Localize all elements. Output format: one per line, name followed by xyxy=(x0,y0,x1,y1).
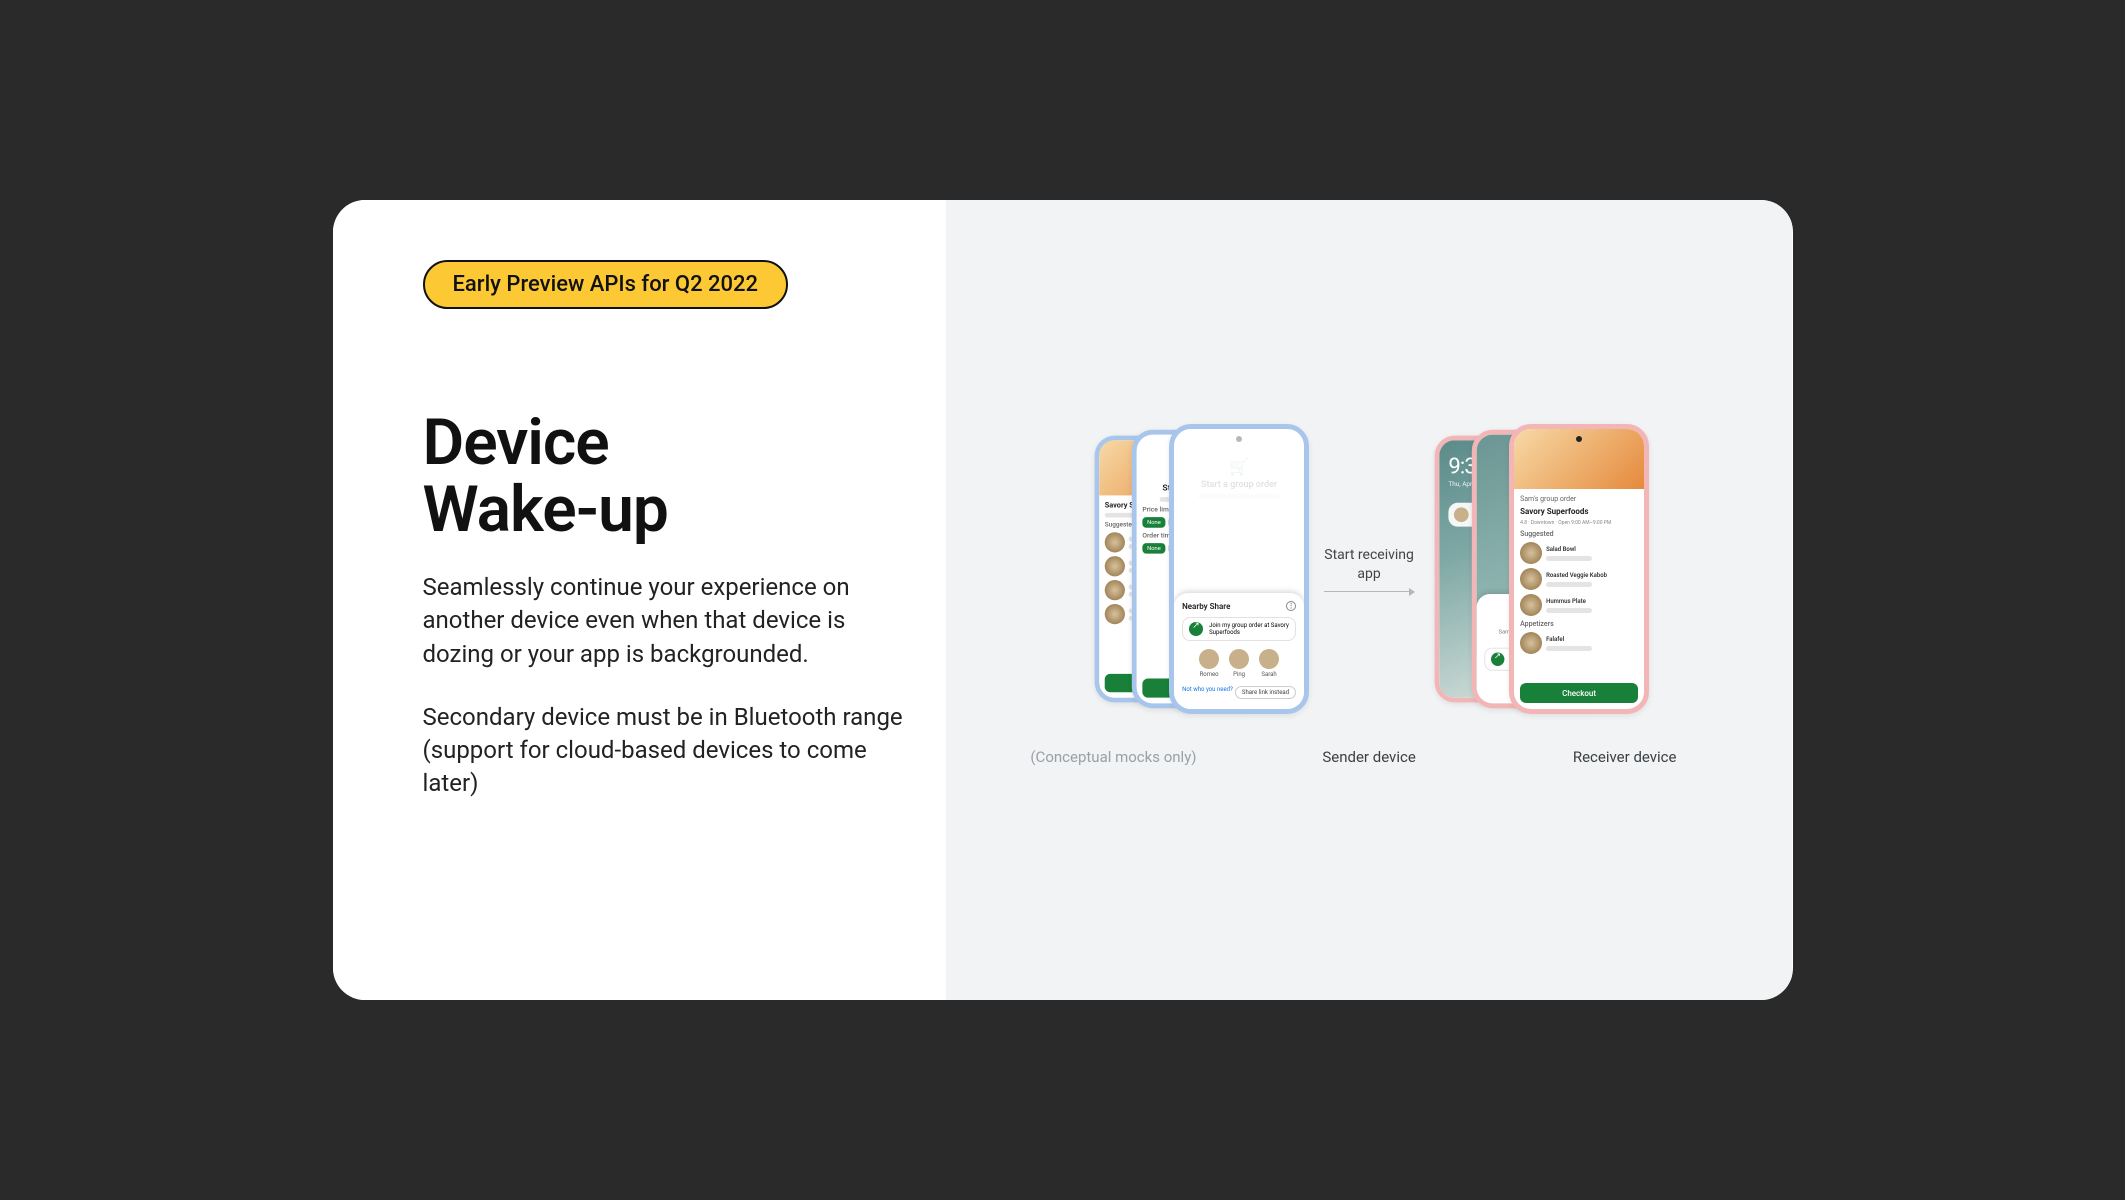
menu-item: Roasted Veggie Kabob xyxy=(1546,572,1638,579)
caption-conceptual: (Conceptual mocks only) xyxy=(1023,748,1203,766)
share-link-button: Share link instead xyxy=(1235,686,1296,699)
group-order-heading-dimmed: Start a group order xyxy=(1180,480,1298,490)
avatar-icon xyxy=(1199,649,1219,669)
receiver-phone-3: Sam's group order Savory Superfoods 4.8 … xyxy=(1509,424,1649,714)
section-label: Suggested xyxy=(1520,530,1638,538)
food-thumb-icon xyxy=(1105,556,1125,576)
caption-receiver: Receiver device xyxy=(1535,748,1715,766)
description-paragraph-1: Seamlessly continue your experience on a… xyxy=(423,571,906,670)
sender-phone-3: 🛒 Start a group order Nearby Share ⋮ xyxy=(1169,424,1309,714)
share-icon xyxy=(1491,653,1504,666)
nearby-contact: Romeo xyxy=(1199,649,1219,678)
food-thumb-icon xyxy=(1105,604,1125,624)
nearby-share-sheet: Nearby Share ⋮ Join my group order at Sa… xyxy=(1174,593,1304,709)
sender-cluster: Savory Superfoods Suggested xyxy=(1089,414,1309,724)
camera-notch-icon xyxy=(1576,436,1582,442)
food-thumb-icon xyxy=(1520,632,1542,654)
checkout-button: Checkout xyxy=(1520,683,1638,703)
share-payload: Join my group order at Savory Superfoods xyxy=(1182,617,1296,641)
illustration-panel: Savory Superfoods Suggested xyxy=(946,200,1793,1000)
text-panel: Early Preview APIs for Q2 2022 Device Wa… xyxy=(333,200,946,1000)
sheet-title: Nearby Share xyxy=(1182,602,1230,611)
avatar-icon xyxy=(1454,507,1469,522)
section-label-2: Appetizers xyxy=(1520,620,1638,628)
food-thumb-icon xyxy=(1520,594,1542,616)
time-option: None xyxy=(1142,543,1165,554)
group-order-header: Sam's group order xyxy=(1520,495,1638,503)
share-icon xyxy=(1189,622,1203,636)
restaurant-title: Savory Superfoods xyxy=(1520,507,1638,516)
avatar-icon xyxy=(1229,649,1249,669)
device-diagram: Savory Superfoods Suggested xyxy=(986,414,1753,724)
food-thumb-icon xyxy=(1520,542,1542,564)
slide-title: Device Wake-up xyxy=(423,409,906,543)
diagram-captions: (Conceptual mocks only) Sender device Re… xyxy=(986,748,1753,766)
receiver-cluster: 9:30 Thu, Apr 28 Join my order from Food… xyxy=(1429,414,1649,724)
food-thumb-icon xyxy=(1520,568,1542,590)
nearby-contact: Sarah xyxy=(1259,649,1279,678)
transition-arrow: Start receiving app xyxy=(1319,546,1419,591)
menu-item: Hummus Plate xyxy=(1546,598,1638,605)
food-thumb-icon xyxy=(1105,532,1125,552)
title-line-2: Wake-up xyxy=(423,472,668,547)
arrow-label-text: Start receiving app xyxy=(1319,546,1419,582)
caption-sender: Sender device xyxy=(1279,748,1459,766)
restaurant-meta: 4.8 · Downtown · Open 9:00 AM–9:00 PM xyxy=(1520,520,1638,526)
avatar-icon xyxy=(1259,649,1279,669)
arrow-icon xyxy=(1324,591,1414,592)
sender-phones: Savory Superfoods Suggested xyxy=(1089,414,1309,724)
receiver-phones: 9:30 Thu, Apr 28 Join my order from Food… xyxy=(1429,414,1649,724)
not-who-link: Not who you need? xyxy=(1182,686,1233,699)
menu-item: Salad Bowl xyxy=(1546,546,1638,553)
price-option: None xyxy=(1142,517,1165,528)
nearby-contact: Ping xyxy=(1229,649,1249,678)
description-paragraph-2: Secondary device must be in Bluetooth ra… xyxy=(423,701,906,800)
food-thumb-icon xyxy=(1105,580,1125,600)
presentation-slide: Early Preview APIs for Q2 2022 Device Wa… xyxy=(333,200,1793,1000)
menu-item: Falafel xyxy=(1546,636,1638,643)
preview-badge: Early Preview APIs for Q2 2022 xyxy=(423,260,789,309)
share-text: Join my group order at Savory Superfoods xyxy=(1209,622,1289,636)
title-line-1: Device xyxy=(423,405,609,480)
settings-icon: ⋮ xyxy=(1286,601,1296,611)
